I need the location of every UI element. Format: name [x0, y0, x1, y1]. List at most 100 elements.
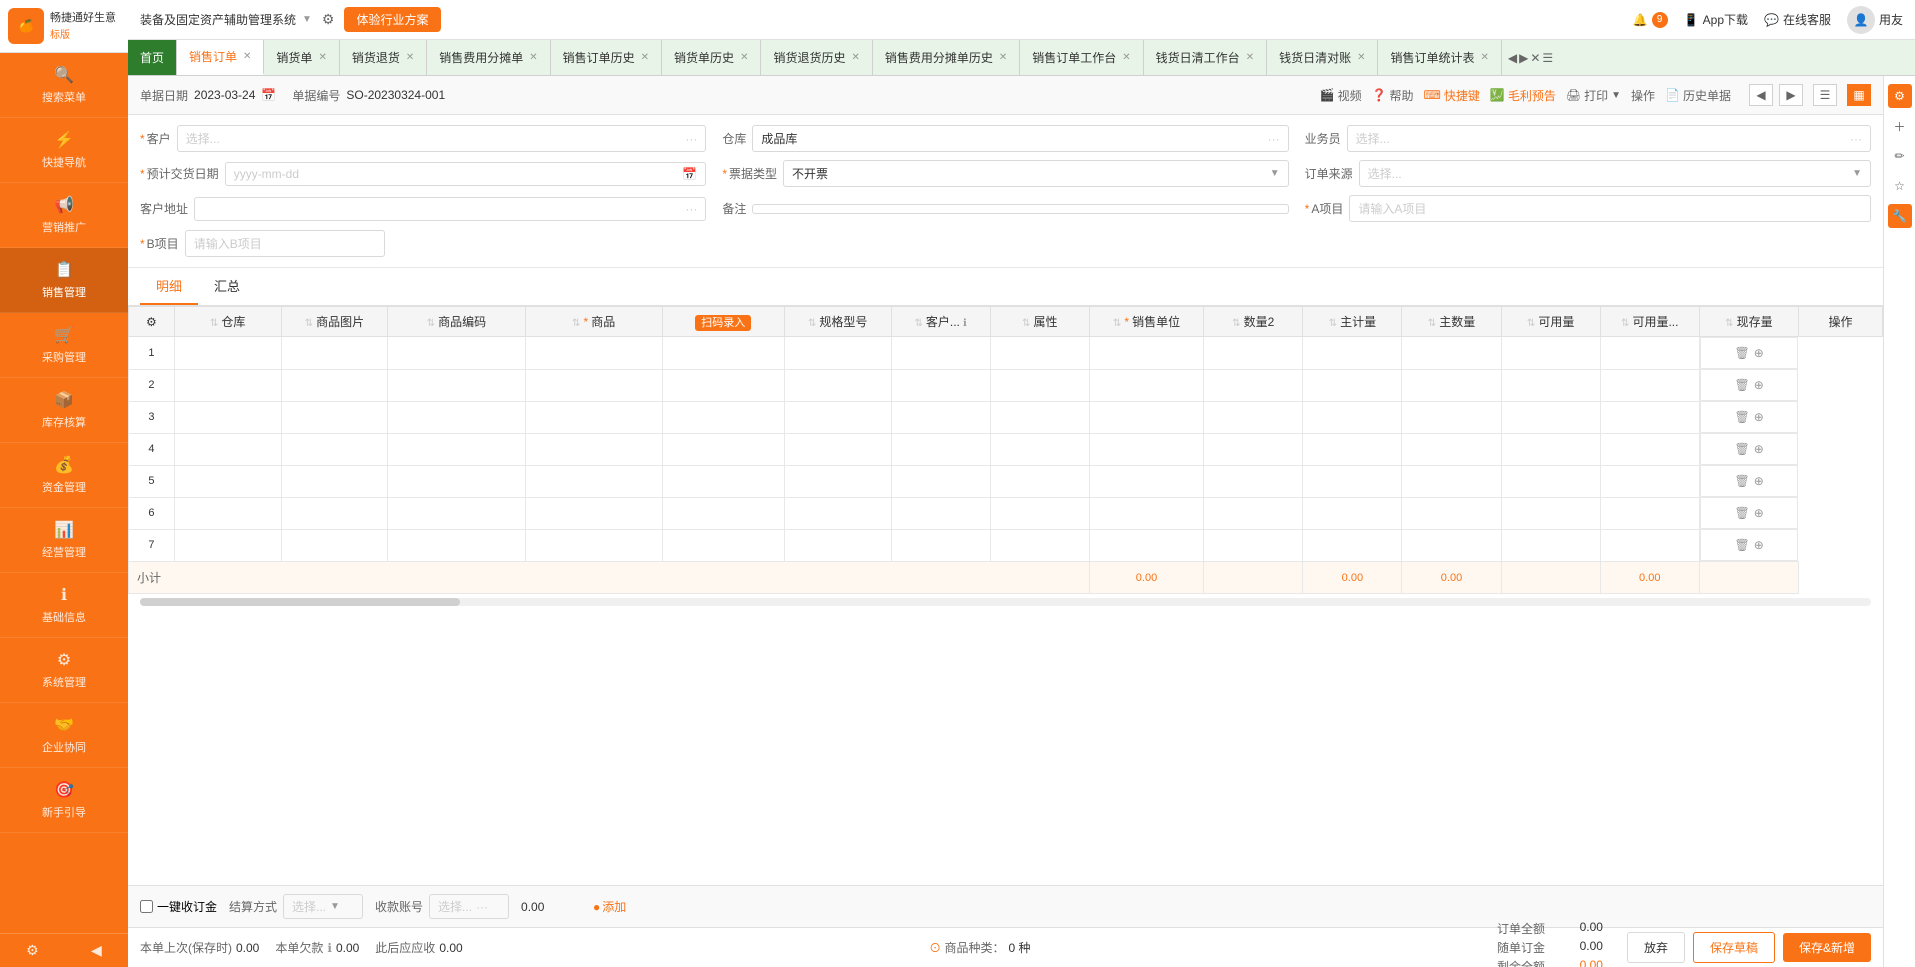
cell[interactable] [281, 465, 388, 497]
copy-icon[interactable]: ⊕ [1754, 442, 1764, 456]
tab-history[interactable]: 销售订单历史 ✕ [551, 40, 662, 75]
quick-order-checkbox[interactable]: 一键收订金 [140, 898, 217, 915]
cell[interactable] [388, 497, 525, 529]
tabbar-nav[interactable]: ◀ ▶ ✕ ☰ [1502, 51, 1559, 65]
invoice-type-select[interactable]: 不开票 ▼ [783, 160, 1289, 187]
cell[interactable] [1204, 433, 1303, 465]
cell[interactable] [990, 369, 1089, 401]
remarks-input[interactable] [752, 204, 1288, 214]
plus-right-icon[interactable]: ＋ [1888, 114, 1912, 138]
checkbox-input[interactable] [140, 900, 153, 913]
next-icon[interactable]: ▶ [1519, 51, 1528, 65]
cell[interactable] [1303, 465, 1402, 497]
sidebar-item-collab[interactable]: 🤝 企业协同 [0, 703, 128, 768]
cell[interactable] [174, 433, 281, 465]
cell[interactable] [388, 401, 525, 433]
tab-close-icon[interactable]: ✕ [529, 52, 537, 63]
scan-button[interactable]: 扫码录入 [695, 315, 751, 331]
discard-button[interactable]: 放弃 [1627, 932, 1685, 963]
tab-stats[interactable]: 销售订单统计表 ✕ [1378, 40, 1501, 75]
cell[interactable] [1089, 497, 1203, 529]
copy-icon[interactable]: ⊕ [1754, 474, 1764, 488]
cell[interactable] [990, 497, 1089, 529]
cell[interactable] [174, 337, 281, 370]
cell[interactable] [1089, 337, 1203, 370]
user-menu[interactable]: 👤 用友 [1847, 6, 1903, 34]
tab-close-icon[interactable]: ✕ [851, 52, 859, 63]
online-service[interactable]: 💬 在线客服 [1764, 11, 1831, 28]
cell[interactable] [1089, 465, 1203, 497]
settings-right-icon[interactable]: ⚙ [1888, 84, 1912, 108]
cell[interactable] [1204, 497, 1303, 529]
cell[interactable] [1204, 401, 1303, 433]
cell[interactable] [525, 497, 662, 529]
edit-right-icon[interactable]: ✏ [1888, 144, 1912, 168]
cell[interactable] [784, 497, 891, 529]
copy-icon[interactable]: ⊕ [1754, 378, 1764, 392]
cell[interactable] [1204, 529, 1303, 562]
cell[interactable] [1204, 369, 1303, 401]
delete-icon[interactable]: 🗑 [1734, 346, 1749, 360]
operation-action[interactable]: 操作 [1631, 87, 1655, 104]
cell[interactable] [174, 497, 281, 529]
notice-item[interactable]: 🔔 9 [1633, 12, 1668, 28]
cell[interactable] [1089, 433, 1203, 465]
cell[interactable] [784, 465, 891, 497]
delete-icon[interactable]: 🗑 [1734, 410, 1749, 424]
b-project-input[interactable]: 请输入B项目 [185, 230, 385, 257]
cell[interactable] [1303, 337, 1402, 370]
tab-sales-slip[interactable]: 销货单 ✕ [264, 40, 339, 75]
star-right-icon[interactable]: ☆ [1888, 174, 1912, 198]
tab-sales-return[interactable]: 销货退货 ✕ [340, 40, 427, 75]
cell[interactable] [1303, 433, 1402, 465]
tab-close-icon[interactable]: ✕ [999, 52, 1007, 63]
history-action[interactable]: 📄 历史单据 [1665, 87, 1731, 104]
print-action[interactable]: 🖨 打印 ▼ [1566, 87, 1621, 104]
cell[interactable] [388, 465, 525, 497]
sidebar-item-finance[interactable]: 💰 资金管理 [0, 443, 128, 508]
cell[interactable] [281, 433, 388, 465]
tab-close-icon[interactable]: ✕ [1122, 52, 1130, 63]
copy-icon[interactable]: ⊕ [1754, 346, 1764, 360]
help-action[interactable]: ❓ 帮助 [1372, 87, 1414, 104]
profit-action[interactable]: 💹 毛利预告 [1490, 87, 1556, 104]
cell[interactable] [525, 433, 662, 465]
solution-button[interactable]: 体验行业方案 [344, 7, 440, 32]
delete-icon[interactable]: 🗑 [1734, 538, 1749, 552]
view-action[interactable]: 🎬 视频 [1320, 87, 1362, 104]
payment-method-select[interactable]: 选择... ▼ [283, 894, 363, 919]
cell[interactable] [281, 401, 388, 433]
cell[interactable] [281, 369, 388, 401]
cell[interactable] [525, 401, 662, 433]
tool-right-icon[interactable]: 🔧 [1888, 204, 1912, 228]
cell[interactable] [525, 465, 662, 497]
cell[interactable] [990, 465, 1089, 497]
sidebar-item-search[interactable]: 🔍 搜索菜单 [0, 53, 128, 118]
warehouse-input[interactable]: 成品库 [752, 125, 1288, 152]
cell[interactable] [1303, 497, 1402, 529]
cell[interactable] [174, 401, 281, 433]
close-all-icon[interactable]: ✕ [1530, 51, 1540, 65]
tab-close-icon[interactable]: ✕ [1246, 52, 1254, 63]
next-record-btn[interactable]: ▶ [1779, 84, 1803, 106]
tab-home[interactable]: 首页 [128, 40, 177, 75]
cell[interactable] [1089, 401, 1203, 433]
cell[interactable] [990, 529, 1089, 562]
tab-close-icon[interactable]: ✕ [406, 52, 414, 63]
tab-detail[interactable]: 明细 [140, 268, 198, 305]
tab-sales-fee[interactable]: 销售费用分摊单 ✕ [427, 40, 550, 75]
save-new-button[interactable]: 保存&新增 [1783, 933, 1871, 962]
tab-cash-reconcile[interactable]: 钱货日清对账 ✕ [1267, 40, 1378, 75]
add-button[interactable]: ● 添加 [593, 898, 626, 915]
expand-icon[interactable]: ☰ [1542, 51, 1553, 65]
tab-return-history[interactable]: 销货退货历史 ✕ [761, 40, 872, 75]
cell[interactable] [1303, 529, 1402, 562]
cell[interactable] [1089, 369, 1203, 401]
cell[interactable] [1204, 465, 1303, 497]
cell[interactable] [990, 337, 1089, 370]
tab-workbench[interactable]: 销售订单工作台 ✕ [1020, 40, 1143, 75]
delete-icon[interactable]: 🗑 [1734, 506, 1749, 520]
cell[interactable] [1303, 369, 1402, 401]
app-download[interactable]: 📱 App下载 [1684, 11, 1748, 28]
sidebar-item-basic[interactable]: ℹ 基础信息 [0, 573, 128, 638]
